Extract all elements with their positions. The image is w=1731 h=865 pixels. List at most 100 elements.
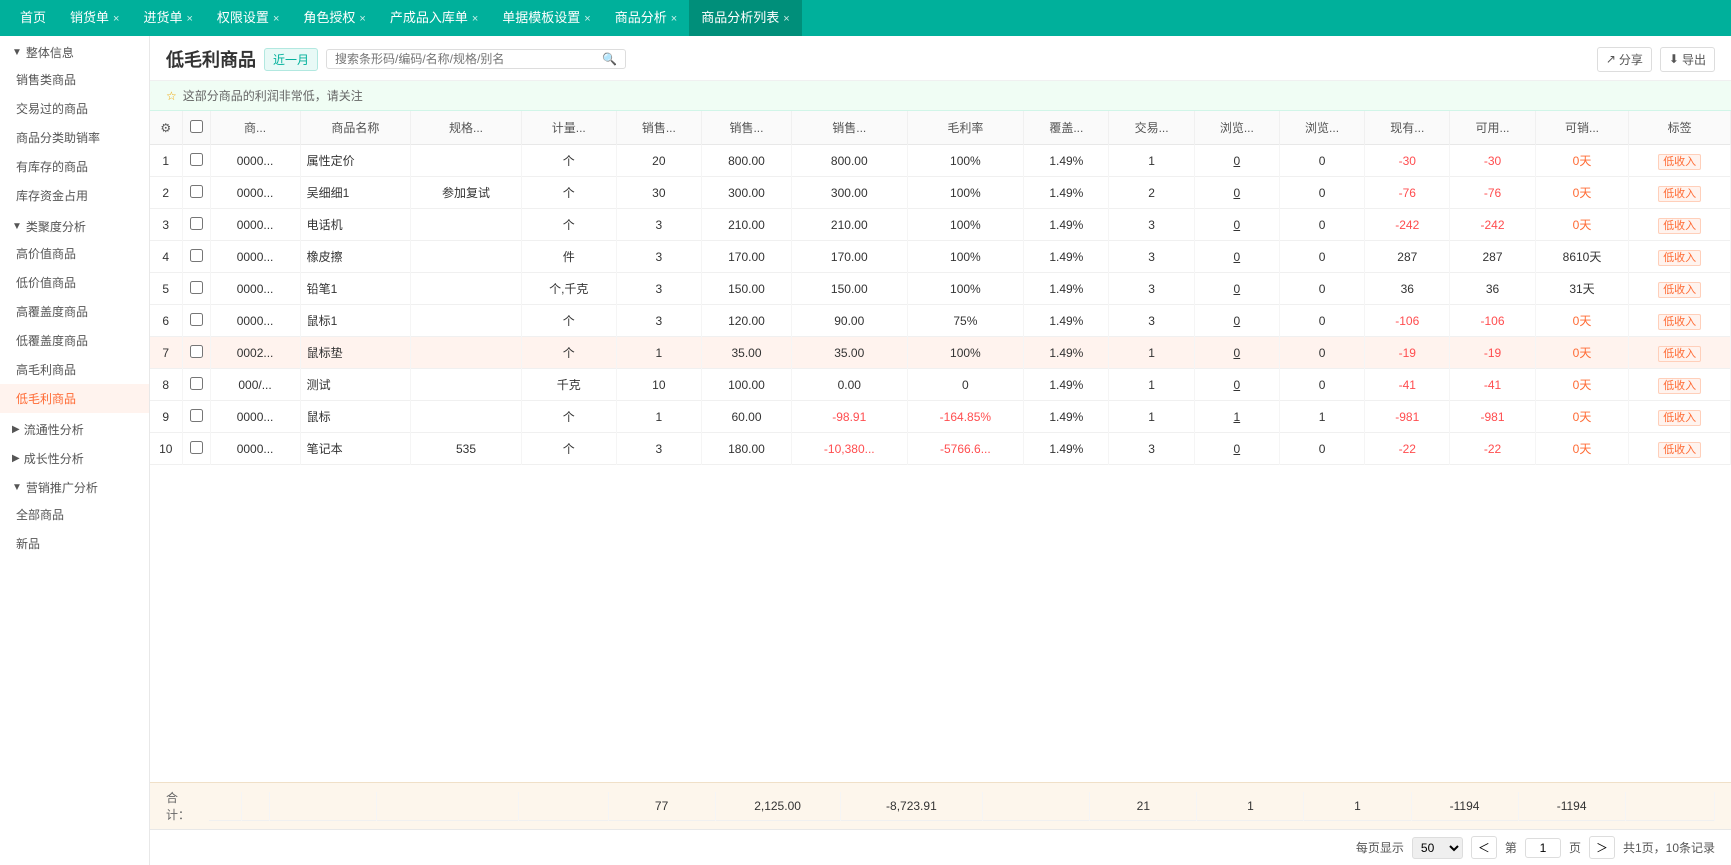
- row-name[interactable]: 鼠标1: [300, 305, 411, 337]
- row-select-checkbox[interactable]: [190, 217, 203, 230]
- col-coverage-header[interactable]: 覆盖...: [1024, 111, 1109, 145]
- select-all-checkbox[interactable]: [190, 120, 203, 133]
- col-spec-header[interactable]: 规格...: [411, 111, 522, 145]
- nav-product-analysis-list[interactable]: 商品分析列表×: [689, 0, 801, 36]
- sidebar-group-circulation[interactable]: ▶ 流通性分析: [0, 413, 149, 442]
- close-icon[interactable]: ×: [783, 13, 789, 25]
- nav-permissions[interactable]: 权限设置×: [205, 0, 291, 36]
- share-button[interactable]: ↗ 分享: [1597, 47, 1652, 72]
- col-amount-header[interactable]: 销售...: [792, 111, 907, 145]
- filter-recent-month-btn[interactable]: 近一月: [264, 48, 318, 71]
- row-checkbox[interactable]: [182, 369, 210, 401]
- close-icon[interactable]: ×: [584, 13, 590, 25]
- row-name[interactable]: 鼠标垫: [300, 337, 411, 369]
- sidebar-group-overall[interactable]: ▼ 整体信息: [0, 36, 149, 65]
- close-icon[interactable]: ×: [359, 13, 365, 25]
- sidebar-item-new-goods[interactable]: 新品: [0, 529, 149, 558]
- col-trade-header[interactable]: 交易...: [1109, 111, 1194, 145]
- row-browse1[interactable]: 0: [1194, 209, 1279, 241]
- nav-product-entry[interactable]: 产成品入库单×: [378, 0, 490, 36]
- sidebar-item-low-coverage[interactable]: 低覆盖度商品: [0, 326, 149, 355]
- row-select-checkbox[interactable]: [190, 313, 203, 326]
- row-browse1[interactable]: 0: [1194, 145, 1279, 177]
- col-settings[interactable]: ⚙: [150, 111, 182, 145]
- close-icon[interactable]: ×: [113, 13, 119, 25]
- close-icon[interactable]: ×: [273, 13, 279, 25]
- col-checkbox[interactable]: [182, 111, 210, 145]
- sidebar-item-high-profit[interactable]: 高毛利商品: [0, 355, 149, 384]
- row-name[interactable]: 笔记本: [300, 433, 411, 465]
- nav-purchase[interactable]: 进货单×: [131, 0, 204, 36]
- sidebar-item-low-profit[interactable]: 低毛利商品: [0, 384, 149, 413]
- search-icon[interactable]: 🔍: [602, 52, 617, 66]
- sidebar-group-growth[interactable]: ▶ 成长性分析: [0, 442, 149, 471]
- row-name[interactable]: 测试: [300, 369, 411, 401]
- row-browse1[interactable]: 0: [1194, 369, 1279, 401]
- col-tag-header[interactable]: 标签: [1629, 111, 1731, 145]
- row-browse1[interactable]: 1: [1194, 401, 1279, 433]
- row-select-checkbox[interactable]: [190, 409, 203, 422]
- page-number-input[interactable]: [1525, 838, 1561, 858]
- row-select-checkbox[interactable]: [190, 377, 203, 390]
- row-name[interactable]: 铅笔1: [300, 273, 411, 305]
- row-checkbox[interactable]: [182, 305, 210, 337]
- close-icon[interactable]: ×: [671, 13, 677, 25]
- row-browse1[interactable]: 0: [1194, 305, 1279, 337]
- nav-roles[interactable]: 角色授权×: [291, 0, 377, 36]
- row-browse1[interactable]: 0: [1194, 433, 1279, 465]
- sidebar-item-low-value[interactable]: 低价值商品: [0, 268, 149, 297]
- sidebar-group-marketing[interactable]: ▼ 营销推广分析: [0, 471, 149, 500]
- row-browse1[interactable]: 0: [1194, 337, 1279, 369]
- col-qty-header[interactable]: 销售...: [616, 111, 701, 145]
- nav-sales[interactable]: 销货单×: [58, 0, 131, 36]
- row-checkbox[interactable]: [182, 433, 210, 465]
- col-browse2-header[interactable]: 浏览...: [1279, 111, 1364, 145]
- nav-home[interactable]: 首页: [8, 0, 58, 36]
- row-name[interactable]: 橡皮擦: [300, 241, 411, 273]
- col-days-header[interactable]: 可销...: [1535, 111, 1629, 145]
- col-browse1-header[interactable]: 浏览...: [1194, 111, 1279, 145]
- row-select-checkbox[interactable]: [190, 345, 203, 358]
- sidebar-item-high-coverage[interactable]: 高覆盖度商品: [0, 297, 149, 326]
- row-checkbox[interactable]: [182, 337, 210, 369]
- row-browse1[interactable]: 0: [1194, 273, 1279, 305]
- sidebar-item-inventory-capital[interactable]: 库存资金占用: [0, 181, 149, 210]
- row-select-checkbox[interactable]: [190, 185, 203, 198]
- row-checkbox[interactable]: [182, 241, 210, 273]
- col-name-header[interactable]: 商品名称: [300, 111, 411, 145]
- row-checkbox[interactable]: [182, 273, 210, 305]
- prev-page-button[interactable]: ＜: [1471, 836, 1497, 859]
- col-gross-header[interactable]: 毛利率: [907, 111, 1024, 145]
- col-avail-header[interactable]: 可用...: [1450, 111, 1535, 145]
- col-stock-header[interactable]: 现有...: [1365, 111, 1450, 145]
- row-checkbox[interactable]: [182, 145, 210, 177]
- col-unit-header[interactable]: 计量...: [521, 111, 616, 145]
- sidebar-item-all-goods[interactable]: 全部商品: [0, 500, 149, 529]
- close-icon[interactable]: ×: [472, 13, 478, 25]
- row-checkbox[interactable]: [182, 177, 210, 209]
- row-select-checkbox[interactable]: [190, 249, 203, 262]
- page-size-select[interactable]: 50 20 100: [1412, 837, 1463, 859]
- row-select-checkbox[interactable]: [190, 153, 203, 166]
- close-icon[interactable]: ×: [186, 13, 192, 25]
- row-name[interactable]: 电话机: [300, 209, 411, 241]
- sidebar-group-cluster[interactable]: ▼ 类聚度分析: [0, 210, 149, 239]
- sidebar-item-high-value[interactable]: 高价值商品: [0, 239, 149, 268]
- col-price-header[interactable]: 销售...: [701, 111, 791, 145]
- row-name[interactable]: 鼠标: [300, 401, 411, 433]
- col-code-header[interactable]: 商...: [210, 111, 300, 145]
- nav-template[interactable]: 单据模板设置×: [490, 0, 602, 36]
- next-page-button[interactable]: ＞: [1589, 836, 1615, 859]
- row-checkbox[interactable]: [182, 401, 210, 433]
- row-name[interactable]: 属性定价: [300, 145, 411, 177]
- sidebar-item-category-rate[interactable]: 商品分类助销率: [0, 123, 149, 152]
- search-input[interactable]: [335, 52, 602, 66]
- sidebar-item-stocked-goods[interactable]: 有库存的商品: [0, 152, 149, 181]
- row-browse1[interactable]: 0: [1194, 241, 1279, 273]
- nav-product-analysis[interactable]: 商品分析×: [603, 0, 689, 36]
- row-select-checkbox[interactable]: [190, 441, 203, 454]
- row-checkbox[interactable]: [182, 209, 210, 241]
- row-name[interactable]: 吴细细1: [300, 177, 411, 209]
- sidebar-item-sales-goods[interactable]: 销售类商品: [0, 65, 149, 94]
- sidebar-item-traded-goods[interactable]: 交易过的商品: [0, 94, 149, 123]
